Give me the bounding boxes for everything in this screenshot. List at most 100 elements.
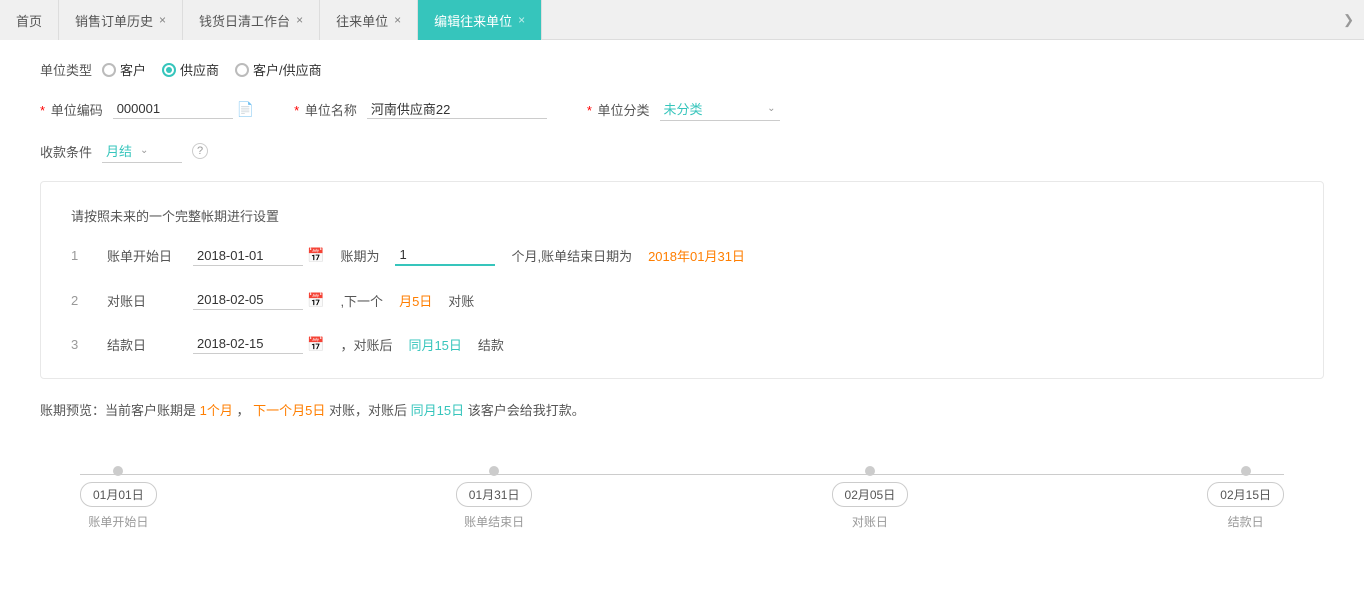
row2-date-input[interactable] xyxy=(193,290,303,310)
timeline-point-3: 02月05日 对账日 xyxy=(832,466,909,530)
preview-comma1: ， xyxy=(237,403,250,418)
radio-supplier-circle xyxy=(162,63,176,77)
tab-cash-work[interactable]: 钱货日清工作台 × xyxy=(183,0,320,40)
row3-text-post: 结款 xyxy=(478,335,504,354)
row1-date-input[interactable] xyxy=(193,246,303,266)
row1-end-date: 2018年01月31日 xyxy=(648,246,745,265)
row3-highlight: 同月15日 xyxy=(408,335,461,354)
row2-calendar-icon[interactable]: 📅 xyxy=(307,292,324,309)
radio-customer[interactable]: 客户 xyxy=(102,60,146,79)
card-instruction: 请按照未来的一个完整帐期进行设置 xyxy=(71,206,1293,225)
timeline-point-1: 01月01日 账单开始日 xyxy=(80,466,157,530)
row3-label: 结款日 xyxy=(107,335,177,354)
preview-label: 账期预览：当前客户账期是 xyxy=(40,403,196,418)
tab-sales-history[interactable]: 销售订单历史 × xyxy=(59,0,183,40)
unit-type-label: 单位类型 xyxy=(40,60,92,79)
tl-dot-4 xyxy=(1241,466,1251,476)
unit-info-row: * 单位编码 📄 * 单位名称 * 单位分类 未分类 ⌄ xyxy=(40,97,1324,121)
tl-label-4: 结款日 xyxy=(1228,513,1264,530)
unit-category-chevron: ⌄ xyxy=(767,103,775,114)
row2-text-pre: ,下一个 xyxy=(340,291,383,310)
row2-text-post: 对账 xyxy=(448,291,474,310)
timeline-points: 01月01日 账单开始日 01月31日 账单结束日 02月05日 对账日 02月… xyxy=(80,452,1284,530)
radio-customer-label: 客户 xyxy=(120,60,146,79)
tab-partner-label: 往来单位 xyxy=(336,11,388,30)
tab-sales-history-label: 销售订单历史 xyxy=(75,11,153,30)
row2-label: 对账日 xyxy=(107,291,177,310)
preview-section: 账期预览：当前客户账期是 1个月 ， 下一个月5日 对账，对账后 同月15日 该… xyxy=(40,399,1324,422)
timeline-point-2: 01月31日 账单结束日 xyxy=(456,466,533,530)
row1-text-months: 个月,账单结束日期为 xyxy=(511,246,632,265)
payment-terms-chevron: ⌄ xyxy=(140,145,148,156)
row1-num: 1 xyxy=(71,248,91,263)
tab-edit-partner-close[interactable]: × xyxy=(518,13,525,27)
timeline-point-4: 02月15日 结款日 xyxy=(1207,466,1284,530)
unit-category-label: * 单位分类 xyxy=(587,100,650,119)
payment-terms-dropdown[interactable]: 月结 ⌄ xyxy=(102,139,182,163)
unit-code-input[interactable] xyxy=(113,99,233,119)
row1-calendar-icon[interactable]: 📅 xyxy=(307,247,324,264)
tab-cash-work-label: 钱货日清工作台 xyxy=(199,11,290,30)
tab-home[interactable]: 首页 xyxy=(0,0,59,40)
help-icon[interactable]: ? xyxy=(192,143,208,159)
radio-supplier[interactable]: 供应商 xyxy=(162,60,219,79)
tab-edit-partner-label: 编辑往来单位 xyxy=(434,11,512,30)
row3-date-input[interactable] xyxy=(193,334,303,354)
preview-part2: 下一个月5日 xyxy=(253,403,325,418)
row2-highlight: 月5日 xyxy=(399,291,432,310)
radio-customer-circle xyxy=(102,63,116,77)
tab-expand-button[interactable]: ❯ xyxy=(1333,0,1364,39)
row2-num: 2 xyxy=(71,293,91,308)
radio-supplier-label: 供应商 xyxy=(180,60,219,79)
timeline-section: 01月01日 账单开始日 01月31日 账单结束日 02月05日 对账日 02月… xyxy=(40,442,1324,530)
preview-part1: 1个月 xyxy=(200,403,233,418)
row2-date-field: 📅 xyxy=(193,290,324,310)
row3-date-field: 📅 xyxy=(193,334,324,354)
card-row-3: 3 结款日 📅 ，对账后 同月15日 结款 xyxy=(71,334,1293,354)
unit-type-row: 单位类型 客户 供应商 客户/供应商 xyxy=(40,60,1324,79)
tl-dot-1 xyxy=(113,466,123,476)
row1-text-period: 账期为 xyxy=(340,246,379,265)
tl-badge-1: 01月01日 xyxy=(80,482,157,507)
tl-label-3: 对账日 xyxy=(852,513,888,530)
tl-dot-2 xyxy=(489,466,499,476)
unit-type-radio-group: 客户 供应商 客户/供应商 xyxy=(102,60,322,79)
payment-terms-value: 月结 xyxy=(106,141,132,160)
tl-badge-4: 02月15日 xyxy=(1207,482,1284,507)
radio-customer-supplier[interactable]: 客户/供应商 xyxy=(235,60,322,79)
main-content: 单位类型 客户 供应商 客户/供应商 * 单位编码 📄 * xyxy=(0,40,1364,608)
period-settings-card: 请按照未来的一个完整帐期进行设置 1 账单开始日 📅 账期为 个月,账单结束日期… xyxy=(40,181,1324,379)
unit-code-label: * 单位编码 xyxy=(40,100,103,119)
card-row-2: 2 对账日 📅 ,下一个 月5日 对账 xyxy=(71,290,1293,310)
payment-terms-label: 收款条件 xyxy=(40,142,92,161)
unit-code-icon[interactable]: 📄 xyxy=(237,101,254,118)
row3-calendar-icon[interactable]: 📅 xyxy=(307,336,324,353)
radio-customer-supplier-label: 客户/供应商 xyxy=(253,60,322,79)
card-row-1: 1 账单开始日 📅 账期为 个月,账单结束日期为 2018年01月31日 xyxy=(71,245,1293,266)
unit-name-input[interactable] xyxy=(367,99,547,119)
tl-dot-3 xyxy=(865,466,875,476)
unit-category-star: * xyxy=(587,103,592,118)
unit-code-field: 📄 xyxy=(113,99,254,119)
tab-sales-history-close[interactable]: × xyxy=(159,13,166,27)
row1-date-field: 📅 xyxy=(193,246,324,266)
tl-label-2: 账单结束日 xyxy=(464,513,524,530)
tab-partner[interactable]: 往来单位 × xyxy=(320,0,418,40)
tab-partner-close[interactable]: × xyxy=(394,13,401,27)
unit-category-dropdown[interactable]: 未分类 ⌄ xyxy=(660,97,780,121)
tab-edit-partner[interactable]: 编辑往来单位 × xyxy=(418,0,542,40)
radio-customer-supplier-circle xyxy=(235,63,249,77)
tl-label-1: 账单开始日 xyxy=(88,513,148,530)
row1-label: 账单开始日 xyxy=(107,246,177,265)
tab-bar: 首页 销售订单历史 × 钱货日清工作台 × 往来单位 × 编辑往来单位 × ❯ xyxy=(0,0,1364,40)
payment-terms-row: 收款条件 月结 ⌄ ? xyxy=(40,139,1324,163)
row1-period-input[interactable] xyxy=(395,245,495,266)
unit-category-value: 未分类 xyxy=(664,99,703,118)
preview-middle: 对账，对账后 xyxy=(329,403,407,418)
unit-code-star: * xyxy=(40,103,45,118)
tl-badge-2: 01月31日 xyxy=(456,482,533,507)
timeline-wrapper: 01月01日 账单开始日 01月31日 账单结束日 02月05日 对账日 02月… xyxy=(60,452,1304,530)
unit-name-label: * 单位名称 xyxy=(294,100,357,119)
unit-name-star: * xyxy=(294,103,299,118)
tab-cash-work-close[interactable]: × xyxy=(296,13,303,27)
